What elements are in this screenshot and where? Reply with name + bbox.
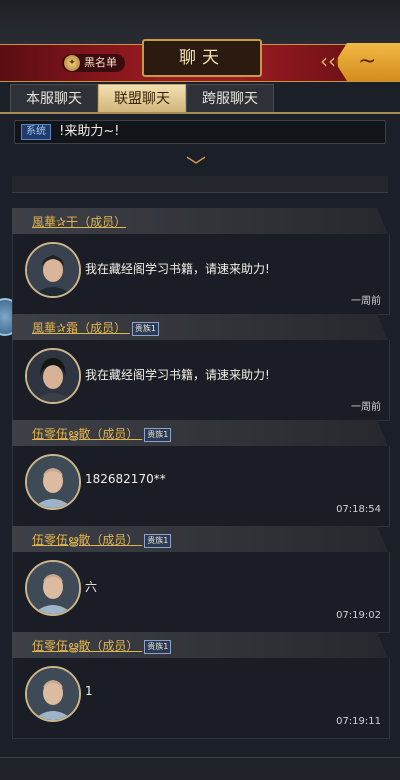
page-title: 聊天 — [142, 39, 262, 77]
message-item: 伍零伍ൠ散（成员） 贵族1 1 07:19:11 — [12, 632, 390, 739]
tab-cross-server-chat[interactable]: 跨服聊天 — [186, 84, 274, 113]
chat-input-bar[interactable] — [0, 757, 400, 780]
avatar[interactable] — [25, 666, 81, 722]
avatar[interactable] — [25, 454, 81, 510]
sender-name[interactable]: 風華✰霜（成员） 贵族1 — [32, 319, 159, 336]
noble-rank-badge: 贵族1 — [144, 533, 172, 548]
tab-server-chat[interactable]: 本服聊天 — [10, 84, 98, 113]
message-time: 07:19:02 — [336, 610, 381, 621]
blacklist-label: 黑名单 — [84, 56, 117, 69]
tab-divider — [0, 112, 400, 114]
header-bar: ✦ 黑名单 聊天 ‹‹ ~ — [0, 39, 400, 82]
blacklist-icon: ✦ — [64, 55, 80, 71]
message-text: 我在藏经阁学习书籍，请速来助力! — [85, 368, 270, 382]
blacklist-button[interactable]: ✦ 黑名单 — [62, 54, 125, 72]
message-text: 1 — [85, 684, 93, 698]
sender-name[interactable]: 伍零伍ൠ散（成员） 贵族1 — [32, 637, 172, 654]
message-item: 伍零伍ൠ散（成员） 贵族1 182682170** 07:18:54 — [12, 420, 390, 527]
message-text: 我在藏经阁学习书籍，请速来助力! — [85, 262, 270, 276]
tab-alliance-chat[interactable]: 联盟聊天 — [98, 84, 186, 113]
message-header: 風華✰干（成员） — [12, 208, 388, 234]
message-item: 風華✰霜（成员） 贵族1 我在藏经阁学习书籍，请速来助力! 一周前 — [12, 314, 390, 421]
message-time: 07:19:11 — [336, 716, 381, 727]
message-header: 伍零伍ൠ散（成员） 贵族1 — [12, 632, 388, 658]
message-time: 一周前 — [351, 296, 381, 307]
expand-chevron-icon[interactable]: ﹀ — [186, 150, 206, 179]
message-time: 一周前 — [351, 402, 381, 413]
avatar[interactable] — [25, 242, 81, 298]
close-button[interactable]: ~ — [335, 43, 400, 81]
collapse-arrows-icon: ‹‹ — [320, 49, 336, 73]
message-body: 六 07:19:02 — [12, 552, 390, 633]
message-header: 伍零伍ൠ散（成员） 贵族1 — [12, 420, 388, 446]
avatar[interactable] — [25, 348, 81, 404]
message-body: 1 07:19:11 — [12, 658, 390, 739]
message-header: 風華✰霜（成员） 贵族1 — [12, 314, 388, 340]
message-text: 182682170** — [85, 472, 166, 486]
system-text: !来助力~! — [59, 124, 120, 139]
sender-name[interactable]: 伍零伍ൠ散（成员） 贵族1 — [32, 531, 172, 548]
message-time: 07:18:54 — [336, 504, 381, 515]
noble-rank-badge: 贵族1 — [131, 321, 159, 336]
avatar[interactable] — [25, 560, 81, 616]
system-message-bar: 系统 !来助力~! — [14, 120, 386, 144]
message-header: 伍零伍ൠ散（成员） 贵族1 — [12, 526, 388, 552]
message-text: 六 — [85, 580, 98, 594]
noble-rank-badge: 贵族1 — [144, 639, 172, 654]
noble-rank-badge: 贵族1 — [144, 427, 172, 442]
message-body: 182682170** 07:18:54 — [12, 446, 390, 527]
message-body: 我在藏经阁学习书籍，请速来助力! 一周前 — [12, 340, 390, 421]
message-item: 伍零伍ൠ散（成员） 贵族1 六 07:19:02 — [12, 526, 390, 633]
message-body: 我在藏经阁学习书籍，请速来助力! 一周前 — [12, 234, 390, 315]
sender-name[interactable]: 伍零伍ൠ散（成员） 贵族1 — [32, 425, 172, 442]
message-item: 風華✰干（成员） 我在藏经阁学习书籍，请速来助力! 一周前 — [12, 208, 390, 315]
sender-name[interactable]: 風華✰干（成员） — [32, 213, 126, 230]
system-tag: 系统 — [21, 123, 51, 140]
previous-message-edge — [12, 176, 388, 193]
dragon-icon: ~ — [358, 49, 377, 74]
